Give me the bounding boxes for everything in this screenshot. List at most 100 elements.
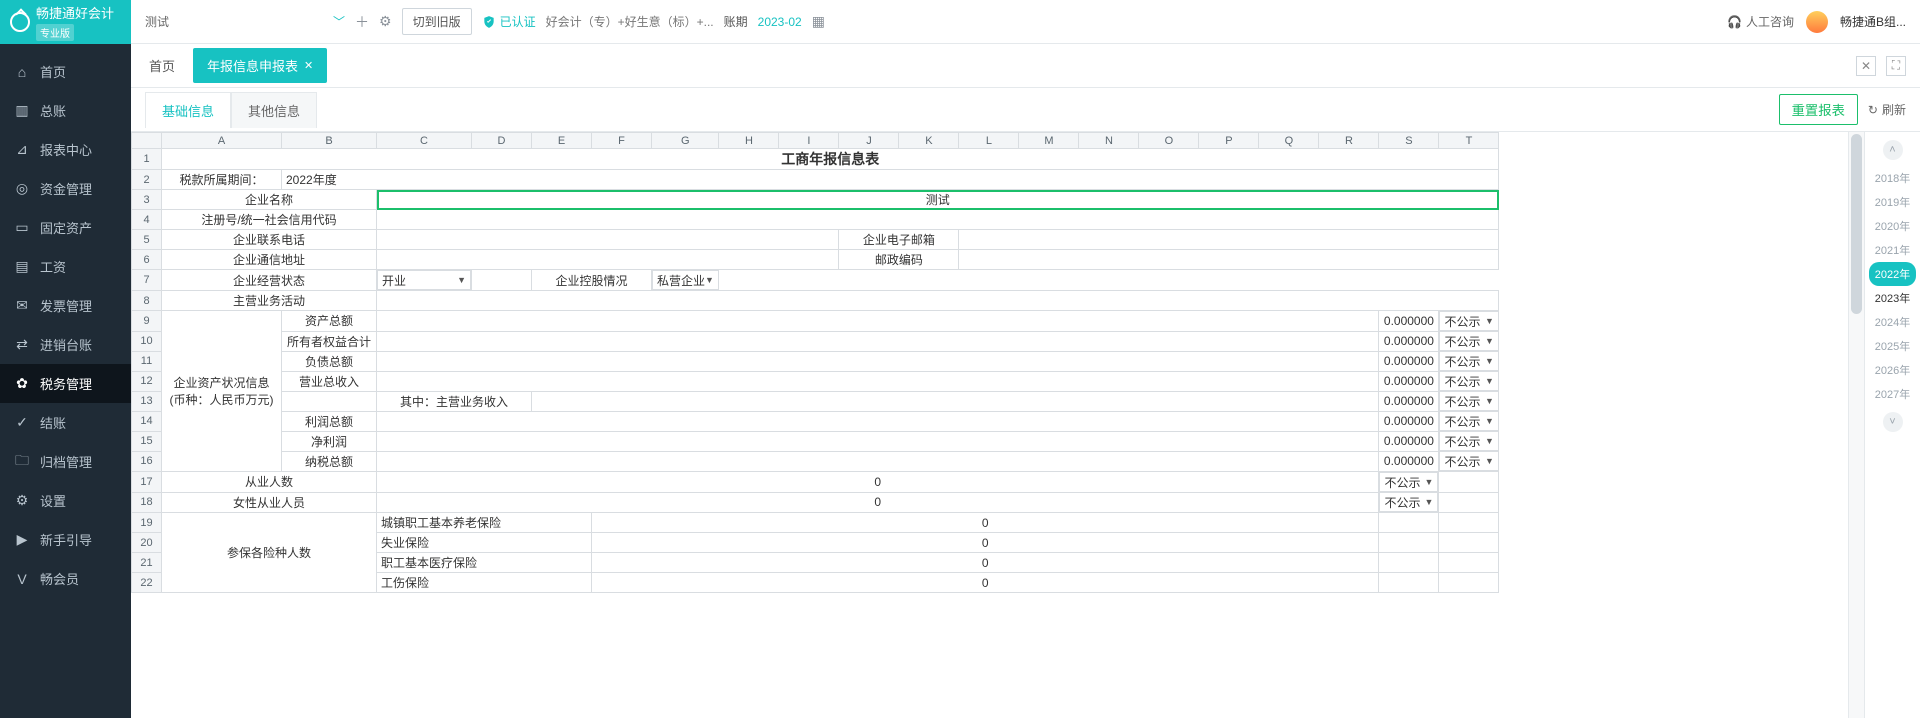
year-option[interactable]: 2020年: [1869, 214, 1916, 238]
close-all-button[interactable]: ✕: [1856, 56, 1876, 76]
dropdown-cell[interactable]: 不公示▼: [1439, 431, 1499, 451]
refresh-icon: ↻: [1868, 103, 1878, 117]
col-header[interactable]: C: [377, 133, 472, 149]
dropdown-cell[interactable]: 不公示▼: [1439, 371, 1499, 391]
year-option[interactable]: 2019年: [1869, 190, 1916, 214]
nav-item-3[interactable]: ◎资金管理: [0, 169, 131, 208]
col-header[interactable]: N: [1079, 133, 1139, 149]
nav-icon: ✓: [14, 415, 30, 431]
add-icon[interactable]: ＋: [355, 12, 369, 32]
refresh-button[interactable]: ↻ 刷新: [1868, 101, 1906, 118]
nav-icon: ▶: [14, 532, 30, 548]
col-header[interactable]: R: [1319, 133, 1379, 149]
nav-item-13[interactable]: V畅会员: [0, 559, 131, 598]
col-header[interactable]: S: [1379, 133, 1439, 149]
dropdown-cell[interactable]: 不公示▼: [1379, 492, 1438, 512]
col-header[interactable]: I: [779, 133, 839, 149]
dropdown-cell[interactable]: 不公示▼: [1439, 391, 1499, 411]
nav-icon: V: [14, 571, 30, 587]
period-label: 账期: [724, 13, 748, 30]
year-option[interactable]: 2022年: [1869, 262, 1916, 286]
dropdown-cell[interactable]: 不公示▼: [1379, 472, 1438, 492]
company-name: 测试: [145, 13, 169, 30]
verified-badge: 已认证: [482, 13, 536, 30]
col-header[interactable]: B: [282, 133, 377, 149]
year-down-icon[interactable]: ˅: [1883, 412, 1903, 432]
year-option[interactable]: 2021年: [1869, 238, 1916, 262]
nav-item-4[interactable]: ▭固定资产: [0, 208, 131, 247]
year-rail: ˄ 2018年2019年2020年2021年2022年2023年2024年202…: [1864, 132, 1920, 718]
dropdown-cell[interactable]: 不公示▼: [1439, 351, 1499, 371]
brand-logo-icon: [10, 12, 30, 32]
col-header[interactable]: Q: [1259, 133, 1319, 149]
col-header[interactable]: O: [1139, 133, 1199, 149]
col-header[interactable]: H: [719, 133, 779, 149]
year-option[interactable]: 2027年: [1869, 382, 1916, 406]
year-option[interactable]: 2026年: [1869, 358, 1916, 382]
year-option[interactable]: 2024年: [1869, 310, 1916, 334]
nav-item-12[interactable]: ▶新手引导: [0, 520, 131, 559]
nav-item-11[interactable]: ⚙设置: [0, 481, 131, 520]
brand-edition: 专业版: [36, 24, 74, 41]
nav-icon: ⚙: [14, 493, 30, 509]
page-tabstrip: 首页 年报信息申报表 ✕ ✕ ⛶: [131, 44, 1920, 88]
package-info: 好会计（专）+好生意（标）+...: [546, 13, 714, 30]
nav-item-8[interactable]: ✿税务管理: [0, 364, 131, 403]
tab-annual-report[interactable]: 年报信息申报表 ✕: [193, 48, 327, 83]
col-header[interactable]: K: [899, 133, 959, 149]
subtab-other[interactable]: 其他信息: [231, 92, 317, 128]
nav-icon: ▭: [14, 220, 30, 236]
gear-icon[interactable]: ⚙: [379, 13, 392, 30]
nav-item-5[interactable]: ▤工资: [0, 247, 131, 286]
col-header[interactable]: F: [592, 133, 652, 149]
year-up-icon[interactable]: ˄: [1883, 140, 1903, 160]
switch-old-button[interactable]: 切到旧版: [402, 8, 472, 35]
dropdown-cell[interactable]: 不公示▼: [1439, 311, 1499, 331]
nav-icon: ▤: [14, 259, 30, 275]
nav-item-2[interactable]: ⊿报表中心: [0, 130, 131, 169]
year-option[interactable]: 2025年: [1869, 334, 1916, 358]
col-header[interactable]: P: [1199, 133, 1259, 149]
year-option[interactable]: 2018年: [1869, 166, 1916, 190]
vertical-scrollbar[interactable]: [1848, 132, 1864, 718]
dropdown-cell[interactable]: 私营企业▼: [652, 270, 719, 290]
col-header[interactable]: J: [839, 133, 899, 149]
user-name[interactable]: 畅捷通B组...: [1840, 13, 1906, 30]
chevron-down-icon: ﹀: [333, 13, 345, 30]
dropdown-cell[interactable]: 不公示▼: [1439, 451, 1499, 471]
dropdown-cell[interactable]: 开业▼: [377, 270, 471, 290]
col-header[interactable]: M: [1019, 133, 1079, 149]
spreadsheet[interactable]: ABCDEFGHIJKLMNOPQRST1工商年报信息表2税款所属期间：2022…: [131, 132, 1848, 718]
nav-icon: ✉: [14, 298, 30, 314]
col-header[interactable]: T: [1439, 133, 1499, 149]
nav-item-1[interactable]: ▥总账: [0, 91, 131, 130]
tab-home[interactable]: 首页: [145, 48, 179, 83]
dropdown-cell[interactable]: 不公示▼: [1439, 411, 1499, 431]
subtab-basic[interactable]: 基础信息: [145, 92, 231, 128]
reset-button[interactable]: 重置报表: [1779, 94, 1858, 125]
nav-item-0[interactable]: ⌂首页: [0, 52, 131, 91]
close-icon[interactable]: ✕: [304, 59, 313, 72]
nav-item-9[interactable]: ✓结账: [0, 403, 131, 442]
col-header[interactable]: E: [532, 133, 592, 149]
dropdown-cell[interactable]: 不公示▼: [1439, 331, 1499, 351]
col-header[interactable]: L: [959, 133, 1019, 149]
nav-item-6[interactable]: ✉发票管理: [0, 286, 131, 325]
nav-icon: ⊿: [14, 142, 30, 158]
nav-icon: ⇄: [14, 337, 30, 353]
company-name-cell[interactable]: 测试: [377, 190, 1499, 210]
nav-item-10[interactable]: 🗀归档管理: [0, 442, 131, 481]
col-header[interactable]: A: [162, 133, 282, 149]
avatar[interactable]: [1806, 11, 1828, 33]
period-value[interactable]: 2023-02: [758, 15, 802, 29]
col-header[interactable]: D: [472, 133, 532, 149]
nav-icon: ▥: [14, 103, 30, 119]
nav-item-7[interactable]: ⇄进销台账: [0, 325, 131, 364]
company-selector[interactable]: 测试 ﹀: [145, 13, 345, 30]
year-option[interactable]: 2023年: [1869, 286, 1916, 310]
fullscreen-button[interactable]: ⛶: [1886, 56, 1906, 76]
calendar-icon[interactable]: ▦: [812, 13, 825, 30]
col-header[interactable]: G: [652, 133, 719, 149]
nav-icon: ✿: [14, 376, 30, 392]
help-link[interactable]: 🎧 人工咨询: [1727, 13, 1794, 30]
